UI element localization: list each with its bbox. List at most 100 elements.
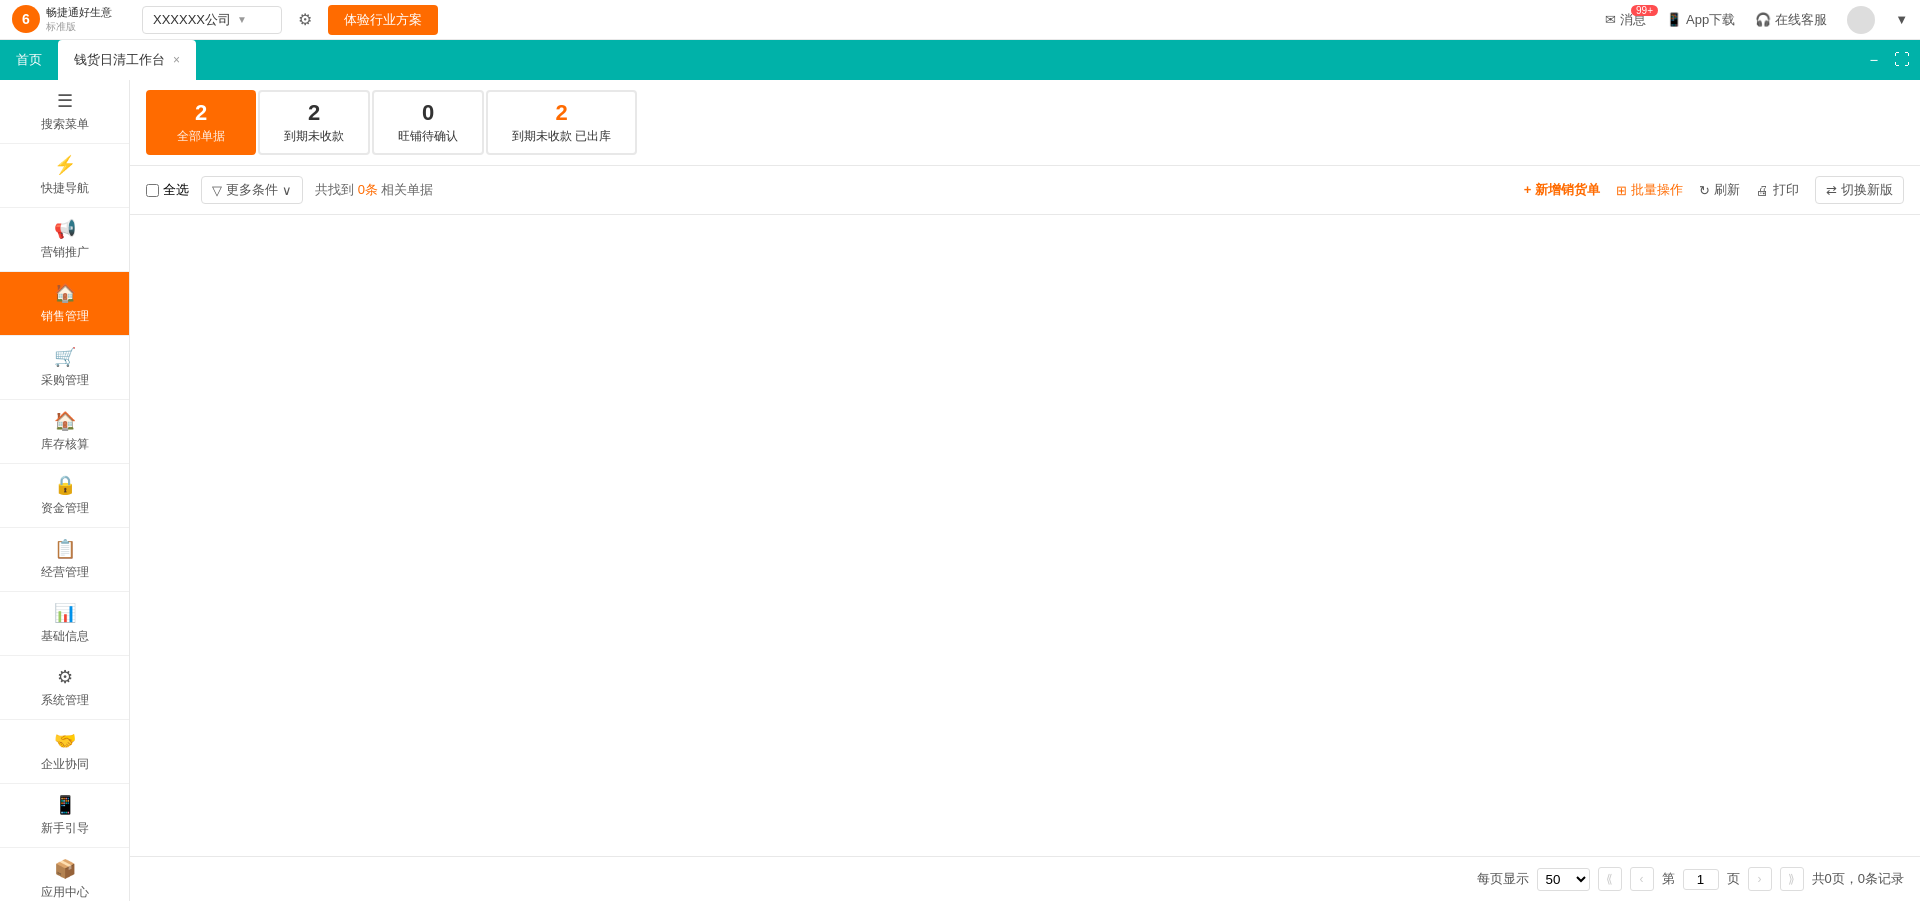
batch-action-button[interactable]: ⊞ 批量操作 xyxy=(1616,181,1683,199)
page-size-select[interactable]: 50 10 20 100 xyxy=(1537,868,1590,891)
tab-workbench[interactable]: 钱货日清工作台 × xyxy=(58,40,196,80)
sidebar-label: 应用中心 xyxy=(41,884,89,901)
operations-icon: 📋 xyxy=(54,538,76,560)
quick-nav-icon: ⚡ xyxy=(54,154,76,176)
card-wangpu-num: 0 xyxy=(422,100,434,126)
sidebar-item-marketing[interactable]: 📢 营销推广 xyxy=(0,208,129,272)
company-name: XXXXXX公司 xyxy=(153,11,231,29)
first-page-button[interactable]: ⟪ xyxy=(1598,867,1622,891)
card-wangpu-label: 旺铺待确认 xyxy=(398,128,458,145)
online-service-button[interactable]: 🎧 在线客服 xyxy=(1755,11,1827,29)
card-overdue[interactable]: 2 到期未收款 xyxy=(258,90,370,155)
experience-button[interactable]: 体验行业方案 xyxy=(328,5,438,35)
phone-icon: 📱 xyxy=(1666,12,1682,27)
refresh-button[interactable]: ↻ 刷新 xyxy=(1699,181,1740,199)
card-shipped-label: 到期未收款 已出库 xyxy=(512,128,611,145)
card-all-num: 2 xyxy=(195,100,207,126)
sidebar-label: 搜索菜单 xyxy=(41,116,89,133)
last-page-button[interactable]: ⟫ xyxy=(1780,867,1804,891)
basic-info-icon: 📊 xyxy=(54,602,76,624)
page-label: 第 xyxy=(1662,870,1675,888)
chevron-down-icon: ∨ xyxy=(282,183,292,198)
print-button[interactable]: 🖨 打印 xyxy=(1756,181,1799,199)
maximize-icon[interactable]: ⛶ xyxy=(1894,51,1910,69)
batch-icon: ⊞ xyxy=(1616,183,1627,198)
company-selector[interactable]: XXXXXX公司 ▼ xyxy=(142,6,282,34)
sidebar-item-operations[interactable]: 📋 经营管理 xyxy=(0,528,129,592)
logo-text: 畅捷通好生意 xyxy=(46,5,112,19)
card-overdue-num: 2 xyxy=(308,100,320,126)
page-label-suffix: 页 xyxy=(1727,870,1740,888)
sidebar-item-purchase[interactable]: 🛒 采购管理 xyxy=(0,336,129,400)
toolbar-right: + 新增销货单 ⊞ 批量操作 ↻ 刷新 🖨 打印 ⇄ 切换新版 xyxy=(1524,176,1904,204)
card-all[interactable]: 2 全部单据 xyxy=(146,90,256,155)
add-order-button[interactable]: + 新增销货单 xyxy=(1524,181,1600,199)
pagination: 每页显示 50 10 20 100 ⟪ ‹ 第 页 › ⟫ 共0页，0条记录 xyxy=(130,856,1920,901)
page-size-label: 每页显示 xyxy=(1477,870,1529,888)
content-area: 2 全部单据 2 到期未收款 0 旺铺待确认 2 到期未收款 已出库 全选 xyxy=(130,80,1920,901)
filter-icon: ▽ xyxy=(212,183,222,198)
switch-version-button[interactable]: ⇄ 切换新版 xyxy=(1815,176,1904,204)
sidebar-label: 基础信息 xyxy=(41,628,89,645)
select-all-checkbox[interactable]: 全选 xyxy=(146,181,189,199)
sidebar-label: 采购管理 xyxy=(41,372,89,389)
main-layout: ☰ 搜索菜单 ⚡ 快捷导航 📢 营销推广 🏠 销售管理 🛒 采购管理 🏠 库存核… xyxy=(0,80,1920,901)
user-avatar[interactable] xyxy=(1847,6,1875,34)
chevron-down-icon: ▼ xyxy=(237,14,247,25)
sidebar-item-inventory[interactable]: 🏠 库存核算 xyxy=(0,400,129,464)
prev-page-button[interactable]: ‹ xyxy=(1630,867,1654,891)
app-center-icon: 📦 xyxy=(54,858,76,880)
sidebar-item-sales[interactable]: 🏠 销售管理 xyxy=(0,272,129,336)
logo-area: 6 畅捷通好生意 标准版 xyxy=(12,5,142,33)
filter-button[interactable]: ▽ 更多条件 ∨ xyxy=(201,176,303,204)
sidebar-label: 营销推广 xyxy=(41,244,89,261)
user-dropdown[interactable]: ▼ xyxy=(1895,12,1908,27)
print-icon: 🖨 xyxy=(1756,183,1769,198)
search-menu-icon: ☰ xyxy=(57,90,73,112)
sidebar-label: 库存核算 xyxy=(41,436,89,453)
minimize-icon[interactable]: － xyxy=(1866,50,1882,71)
enterprise-icon: 🤝 xyxy=(54,730,76,752)
tab-home[interactable]: 首页 xyxy=(0,40,58,80)
sidebar-label: 经营管理 xyxy=(41,564,89,581)
marketing-icon: 📢 xyxy=(54,218,76,240)
message-icon: ✉ xyxy=(1605,12,1616,27)
service-icon: 🎧 xyxy=(1755,12,1771,27)
logo-tag: 标准版 xyxy=(46,20,112,34)
page-input[interactable] xyxy=(1683,869,1719,890)
sidebar-item-system[interactable]: ⚙ 系统管理 xyxy=(0,656,129,720)
sidebar-label: 企业协同 xyxy=(41,756,89,773)
next-page-button[interactable]: › xyxy=(1748,867,1772,891)
card-shipped[interactable]: 2 到期未收款 已出库 xyxy=(486,90,637,155)
sidebar-item-guide[interactable]: 📱 新手引导 xyxy=(0,784,129,848)
message-badge: 99+ xyxy=(1631,5,1658,16)
sidebar-label: 新手引导 xyxy=(41,820,89,837)
sidebar-item-app-center[interactable]: 📦 应用中心 xyxy=(0,848,129,901)
card-all-label: 全部单据 xyxy=(177,128,225,145)
inventory-icon: 🏠 xyxy=(54,410,76,432)
sidebar-label: 系统管理 xyxy=(41,692,89,709)
settings-icon[interactable]: ⚙ xyxy=(290,5,320,35)
found-num: 0条 xyxy=(358,182,378,197)
sidebar-label: 快捷导航 xyxy=(41,180,89,197)
system-icon: ⚙ xyxy=(57,666,73,688)
message-button[interactable]: ✉ 消息 99+ xyxy=(1605,11,1646,29)
card-overdue-label: 到期未收款 xyxy=(284,128,344,145)
sidebar-item-finance[interactable]: 🔒 资金管理 xyxy=(0,464,129,528)
purchase-icon: 🛒 xyxy=(54,346,76,368)
select-all-input[interactable] xyxy=(146,184,159,197)
sidebar-item-quick-nav[interactable]: ⚡ 快捷导航 xyxy=(0,144,129,208)
tab-bar: 首页 钱货日清工作台 × － ⛶ xyxy=(0,40,1920,80)
guide-icon: 📱 xyxy=(54,794,76,816)
close-icon[interactable]: × xyxy=(173,53,180,67)
sidebar-item-basic-info[interactable]: 📊 基础信息 xyxy=(0,592,129,656)
card-wangpu[interactable]: 0 旺铺待确认 xyxy=(372,90,484,155)
total-info: 共0页，0条记录 xyxy=(1812,870,1904,888)
chevron-down-icon: ▼ xyxy=(1895,12,1908,27)
found-text: 共找到 0条 相关单据 xyxy=(315,181,433,199)
card-shipped-num: 2 xyxy=(556,100,568,126)
refresh-icon: ↻ xyxy=(1699,183,1710,198)
sidebar-item-search-menu[interactable]: ☰ 搜索菜单 xyxy=(0,80,129,144)
app-download-button[interactable]: 📱 App下载 xyxy=(1666,11,1735,29)
sidebar-item-enterprise[interactable]: 🤝 企业协同 xyxy=(0,720,129,784)
